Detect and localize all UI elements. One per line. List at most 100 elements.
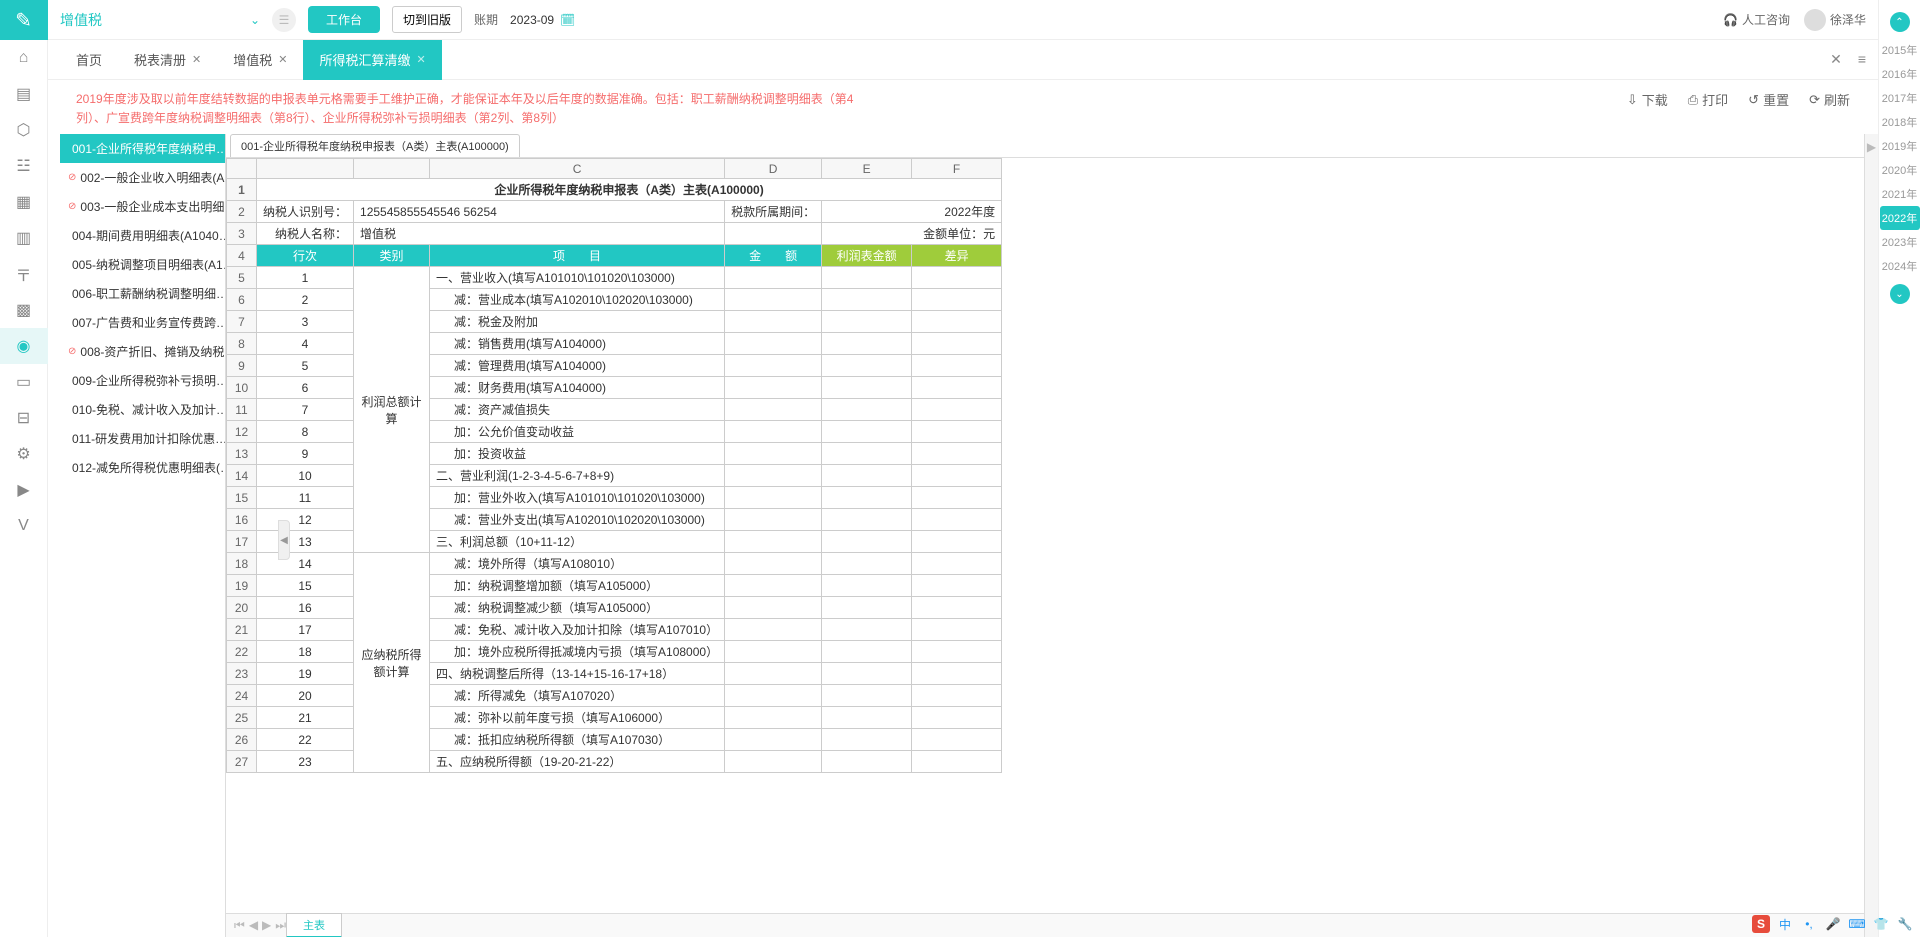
nav-list-icon[interactable]: ▦ bbox=[0, 184, 48, 220]
ime-mic-icon[interactable]: 🎤 bbox=[1824, 915, 1842, 933]
sheet-tab-label[interactable]: 001-企业所得税年度纳税申报表（A类）主表(A100000) bbox=[230, 134, 520, 157]
ime-skin-icon[interactable]: 👕 bbox=[1872, 915, 1890, 933]
diff-cell[interactable] bbox=[912, 751, 1002, 773]
expand-right-icon[interactable]: ▶ bbox=[1867, 140, 1876, 154]
year-2024年[interactable]: 2024年 bbox=[1880, 254, 1920, 278]
form-item-0[interactable]: 001-企业所得税年度纳税申… bbox=[60, 134, 225, 163]
amount-cell[interactable] bbox=[725, 443, 822, 465]
pl-amount-cell[interactable] bbox=[822, 333, 912, 355]
refresh-button[interactable]: ⟳刷新 bbox=[1809, 90, 1850, 109]
pl-amount-cell[interactable] bbox=[822, 289, 912, 311]
nav-grid-icon[interactable]: ▩ bbox=[0, 292, 48, 328]
amount-cell[interactable] bbox=[725, 311, 822, 333]
close-icon[interactable]: ✕ bbox=[278, 53, 287, 66]
pl-amount-cell[interactable] bbox=[822, 465, 912, 487]
form-item-8[interactable]: 009-企业所得税弥补亏损明… bbox=[60, 366, 225, 395]
nav-inbox-icon[interactable]: ⊟ bbox=[0, 400, 48, 436]
diff-cell[interactable] bbox=[912, 465, 1002, 487]
pl-amount-cell[interactable] bbox=[822, 531, 912, 553]
company-selector[interactable]: 增值税 ⌄ bbox=[60, 10, 260, 30]
diff-cell[interactable] bbox=[912, 597, 1002, 619]
pl-amount-cell[interactable] bbox=[822, 619, 912, 641]
sheet-next-icon[interactable]: ▶ bbox=[262, 918, 271, 933]
form-item-6[interactable]: 007-广告费和业务宣传费跨… bbox=[60, 308, 225, 337]
nav-tax-icon[interactable]: 〒 bbox=[0, 256, 48, 292]
spreadsheet-grid[interactable]: CDEF1企业所得税年度纳税申报表（A类）主表(A100000)2纳税人识别号：… bbox=[226, 158, 1864, 913]
year-2019年[interactable]: 2019年 bbox=[1880, 134, 1920, 158]
sheet-first-icon[interactable]: ⏮ bbox=[234, 918, 245, 933]
amount-cell[interactable] bbox=[725, 619, 822, 641]
nav-video-icon[interactable]: ▶ bbox=[0, 472, 48, 508]
pl-amount-cell[interactable] bbox=[822, 597, 912, 619]
amount-cell[interactable] bbox=[725, 377, 822, 399]
pl-amount-cell[interactable] bbox=[822, 663, 912, 685]
form-item-7[interactable]: ⊘008-资产折旧、摊销及纳税… bbox=[60, 337, 225, 366]
pl-amount-cell[interactable] bbox=[822, 729, 912, 751]
nav-home-icon[interactable]: ⌂ bbox=[0, 40, 48, 76]
amount-cell[interactable] bbox=[725, 575, 822, 597]
sheet-last-icon[interactable]: ⏭ bbox=[275, 918, 286, 933]
amount-cell[interactable] bbox=[725, 421, 822, 443]
year-2022年[interactable]: 2022年 bbox=[1880, 206, 1920, 230]
year-2023年[interactable]: 2023年 bbox=[1880, 230, 1920, 254]
year-2020年[interactable]: 2020年 bbox=[1880, 158, 1920, 182]
pl-amount-cell[interactable] bbox=[822, 487, 912, 509]
close-icon[interactable]: ✕ bbox=[417, 53, 426, 66]
year-2017年[interactable]: 2017年 bbox=[1880, 86, 1920, 110]
pl-amount-cell[interactable] bbox=[822, 641, 912, 663]
diff-cell[interactable] bbox=[912, 355, 1002, 377]
tab-3[interactable]: 所得税汇算清缴✕ bbox=[303, 40, 441, 80]
amount-cell[interactable] bbox=[725, 597, 822, 619]
scroll-up-icon[interactable]: ⌃ bbox=[1890, 12, 1910, 32]
diff-cell[interactable] bbox=[912, 509, 1002, 531]
nav-active-icon[interactable]: ◉ bbox=[0, 328, 48, 364]
pl-amount-cell[interactable] bbox=[822, 421, 912, 443]
diff-cell[interactable] bbox=[912, 377, 1002, 399]
diff-cell[interactable] bbox=[912, 311, 1002, 333]
amount-cell[interactable] bbox=[725, 399, 822, 421]
amount-cell[interactable] bbox=[725, 641, 822, 663]
amount-cell[interactable] bbox=[725, 553, 822, 575]
year-2016年[interactable]: 2016年 bbox=[1880, 62, 1920, 86]
footer-sheet-tab[interactable]: 主表 bbox=[286, 913, 342, 937]
diff-cell[interactable] bbox=[912, 619, 1002, 641]
ime-punct-icon[interactable]: •, bbox=[1800, 915, 1818, 933]
ime-tool-icon[interactable]: 🔧 bbox=[1896, 915, 1914, 933]
pl-amount-cell[interactable] bbox=[822, 355, 912, 377]
pl-amount-cell[interactable] bbox=[822, 751, 912, 773]
form-item-1[interactable]: ⊘002-一般企业收入明细表(A1… bbox=[60, 163, 225, 192]
form-item-4[interactable]: 005-纳税调整项目明细表(A1… bbox=[60, 250, 225, 279]
diff-cell[interactable] bbox=[912, 399, 1002, 421]
amount-cell[interactable] bbox=[725, 685, 822, 707]
nav-report-icon[interactable]: ▥ bbox=[0, 220, 48, 256]
nav-chart-icon[interactable]: ⬡ bbox=[0, 112, 48, 148]
user-menu[interactable]: 徐泽华 bbox=[1804, 9, 1866, 31]
pl-amount-cell[interactable] bbox=[822, 509, 912, 531]
tab-1[interactable]: 税表清册✕ bbox=[118, 40, 217, 80]
amount-cell[interactable] bbox=[725, 465, 822, 487]
period-picker[interactable]: 2023-09 🗓 bbox=[510, 13, 575, 27]
sheet-prev-icon[interactable]: ◀ bbox=[249, 918, 258, 933]
year-2015年[interactable]: 2015年 bbox=[1880, 38, 1920, 62]
ime-logo-icon[interactable]: S bbox=[1752, 915, 1770, 933]
collapse-form-list-handle[interactable]: ◀ bbox=[278, 520, 290, 560]
diff-cell[interactable] bbox=[912, 333, 1002, 355]
diff-cell[interactable] bbox=[912, 729, 1002, 751]
taxpayer-name[interactable]: 增值税 bbox=[354, 223, 725, 245]
form-item-3[interactable]: 004-期间费用明细表(A1040… bbox=[60, 221, 225, 250]
tabs-menu-icon[interactable]: ≡ bbox=[1858, 51, 1866, 68]
tab-2[interactable]: 增值税✕ bbox=[217, 40, 303, 80]
consult-button[interactable]: 🎧 人工咨询 bbox=[1723, 11, 1790, 28]
pl-amount-cell[interactable] bbox=[822, 707, 912, 729]
close-all-icon[interactable]: ✕ bbox=[1830, 51, 1842, 68]
diff-cell[interactable] bbox=[912, 421, 1002, 443]
pl-amount-cell[interactable] bbox=[822, 311, 912, 333]
switch-old-button[interactable]: 切到旧版 bbox=[392, 6, 462, 33]
amount-cell[interactable] bbox=[725, 509, 822, 531]
diff-cell[interactable] bbox=[912, 531, 1002, 553]
taxpayer-id[interactable]: 125545855545546 56254 bbox=[354, 201, 725, 223]
print-button[interactable]: ⎙打印 bbox=[1688, 90, 1728, 109]
pl-amount-cell[interactable] bbox=[822, 267, 912, 289]
pl-amount-cell[interactable] bbox=[822, 377, 912, 399]
close-icon[interactable]: ✕ bbox=[192, 53, 201, 66]
